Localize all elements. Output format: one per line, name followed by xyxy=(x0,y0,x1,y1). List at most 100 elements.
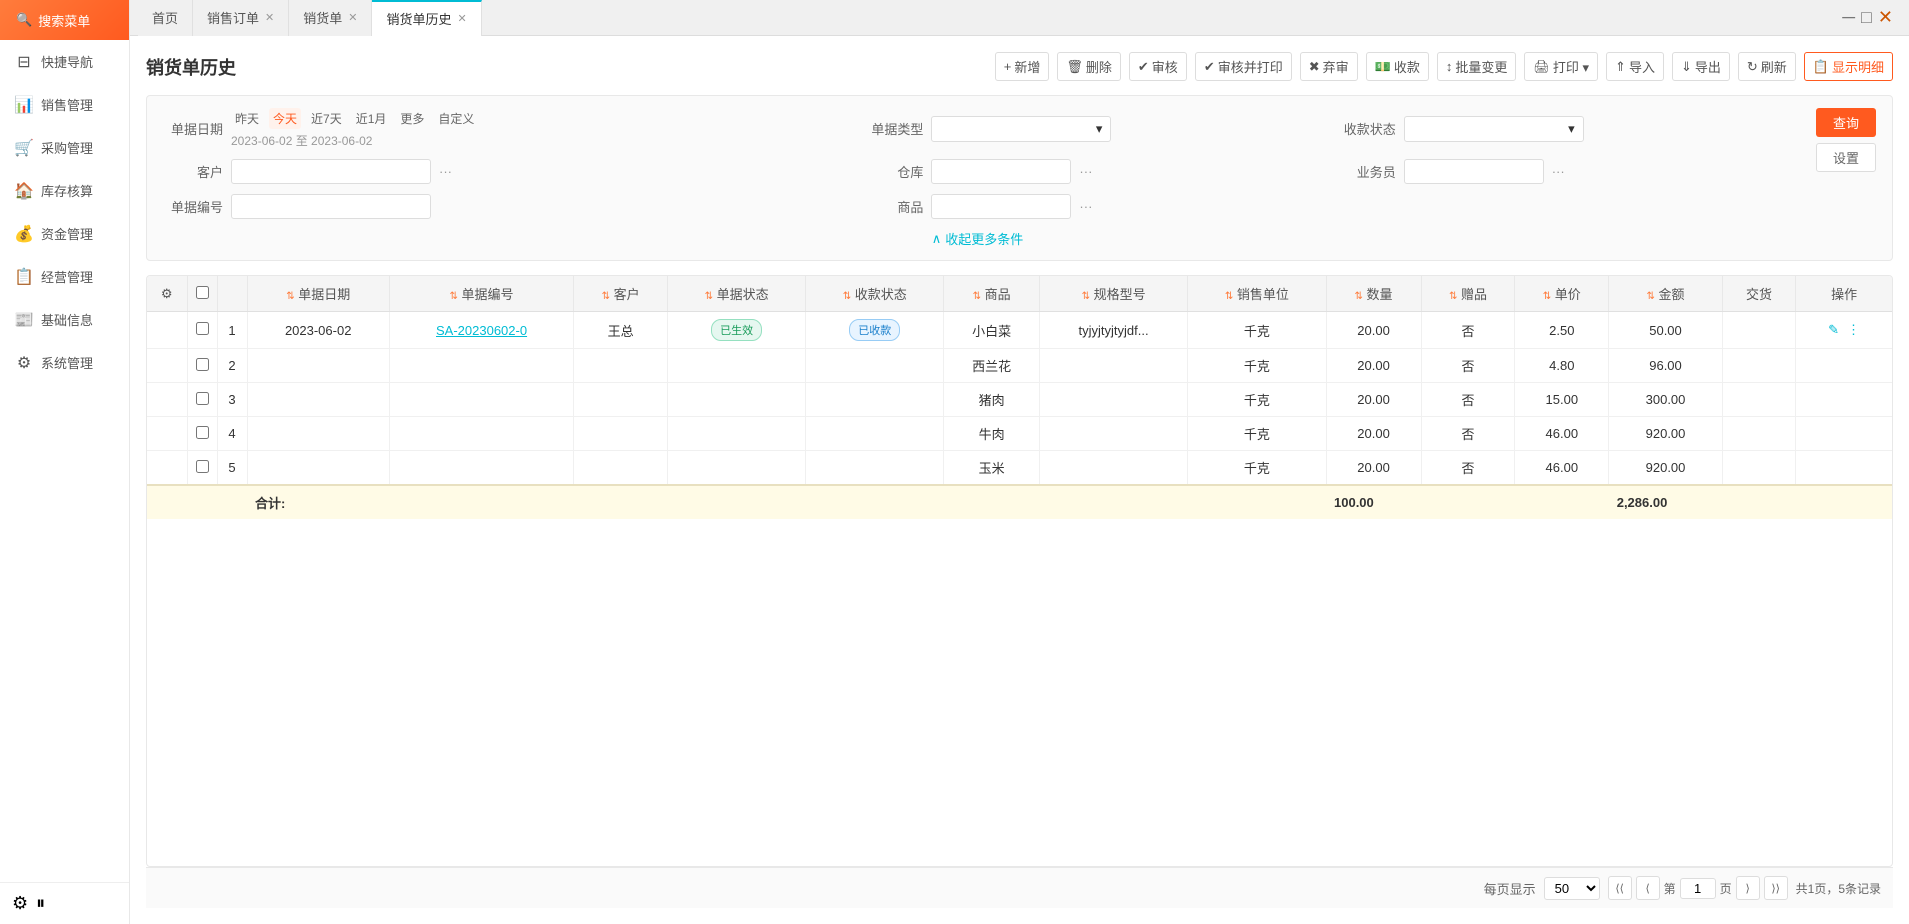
page-size-select[interactable]: 50 100 200 xyxy=(1544,877,1600,900)
th-amount[interactable]: ⇅ 金额 xyxy=(1609,276,1723,312)
th-rowno xyxy=(217,276,247,312)
th-gift[interactable]: ⇅ 赠品 xyxy=(1421,276,1515,312)
toolbar-import-button[interactable]: ⇑导入 xyxy=(1606,52,1664,81)
warehouse-input[interactable] xyxy=(931,159,1071,184)
tab-sales-delivery[interactable]: 销货单✕ xyxy=(289,0,372,36)
next-page-button[interactable]: ⟩ xyxy=(1736,876,1760,900)
action-edit-button[interactable]: ✎ xyxy=(1824,322,1843,337)
maximize-button[interactable]: □ xyxy=(1861,7,1872,28)
toolbar-abandon-button[interactable]: ✖弃审 xyxy=(1300,52,1358,81)
toolbar-audit-button[interactable]: ✔审核 xyxy=(1129,52,1187,81)
goods-input[interactable] xyxy=(931,194,1071,219)
row-checkbox-4[interactable] xyxy=(196,460,209,473)
toolbar-export-button[interactable]: ⇓导出 xyxy=(1672,52,1730,81)
sidebar-item-inventory-calc[interactable]: 🏠 库存核算 xyxy=(0,169,129,212)
goods-picker[interactable]: ··· xyxy=(1079,199,1092,214)
first-page-button[interactable]: ⟨⟨ xyxy=(1608,876,1632,900)
row-checkbox-0[interactable] xyxy=(196,322,209,335)
table-row: 2 西兰花 千克 20.00 否 4.80 96.00 xyxy=(147,349,1892,383)
finance-mgmt-label: 资金管理 xyxy=(41,224,93,243)
toolbar-print-button[interactable]: 🖨打印 ▾ xyxy=(1524,52,1598,81)
td-spec: tyjyjtyjtyjdf... xyxy=(1039,312,1188,349)
customer-input[interactable] xyxy=(231,159,431,184)
td-payment-status xyxy=(806,451,944,486)
row-checkbox-3[interactable] xyxy=(196,426,209,439)
td-action xyxy=(1796,383,1892,417)
sidebar-item-operations-mgmt[interactable]: 📋 经营管理 xyxy=(0,255,129,298)
th-goods[interactable]: ⇅ 商品 xyxy=(944,276,1040,312)
query-button[interactable]: 查询 xyxy=(1816,108,1876,137)
th-sales-unit[interactable]: ⇅ 销售单位 xyxy=(1188,276,1326,312)
doc-no-input[interactable] xyxy=(231,194,431,219)
th-spec[interactable]: ⇅ 规格型号 xyxy=(1039,276,1188,312)
shortcut-1month[interactable]: 近1月 xyxy=(352,108,391,129)
abandon-btn-label: 弃审 xyxy=(1323,57,1349,76)
last-page-button[interactable]: ⟩⟩ xyxy=(1764,876,1788,900)
payment-status-select[interactable]: ▾ xyxy=(1404,116,1584,142)
filter-actions: 查询 设置 xyxy=(1816,108,1876,172)
warehouse-picker[interactable]: ··· xyxy=(1079,164,1092,179)
tab-sales-order[interactable]: 销售订单✕ xyxy=(193,0,289,36)
set-button[interactable]: 设置 xyxy=(1816,143,1876,172)
sidebar-item-purchase-mgmt[interactable]: 🛒 采购管理 xyxy=(0,126,129,169)
th-qty[interactable]: ⇅ 数量 xyxy=(1326,276,1421,312)
pause-icon[interactable]: ⏸ xyxy=(36,893,45,914)
doc-type-select[interactable]: ▾ xyxy=(931,116,1111,142)
sidebar-item-finance-mgmt[interactable]: 💰 资金管理 xyxy=(0,212,129,255)
minimize-button[interactable]: ─ xyxy=(1842,7,1855,28)
td-checkbox[interactable] xyxy=(187,383,217,417)
prev-page-button[interactable]: ⟨ xyxy=(1636,876,1660,900)
sidebar-item-system-mgmt[interactable]: ⚙ 系统管理 xyxy=(0,341,129,384)
salesperson-input[interactable] xyxy=(1404,159,1544,184)
th-unit-price[interactable]: ⇅ 单价 xyxy=(1515,276,1609,312)
tab-close-sales-delivery[interactable]: ✕ xyxy=(348,11,357,24)
tab-home[interactable]: 首页 xyxy=(138,0,193,36)
td-checkbox[interactable] xyxy=(187,312,217,349)
td-checkbox[interactable] xyxy=(187,451,217,486)
search-menu-button[interactable]: 🔍 搜索菜单 xyxy=(0,0,129,40)
row-checkbox-2[interactable] xyxy=(196,392,209,405)
shortcut-today[interactable]: 今天 xyxy=(269,108,301,129)
sidebar-item-basic-info[interactable]: 📰 基础信息 xyxy=(0,298,129,341)
th-doc-date[interactable]: ⇅ 单据日期 xyxy=(247,276,389,312)
doc-date-label: 单据日期 xyxy=(163,119,223,138)
th-customer[interactable]: ⇅ 客户 xyxy=(574,276,668,312)
select-all-checkbox[interactable] xyxy=(196,286,209,299)
shortcut-more[interactable]: 更多 xyxy=(396,108,428,129)
th-payment-status[interactable]: ⇅ 收款状态 xyxy=(806,276,944,312)
salesperson-picker[interactable]: ··· xyxy=(1552,164,1565,179)
doc-no-link[interactable]: SA-20230602-0 xyxy=(436,323,527,338)
tab-label-sales-history: 销货单历史 xyxy=(386,9,451,28)
tab-close-sales-order[interactable]: ✕ xyxy=(265,11,274,24)
tab-sales-history[interactable]: 销货单历史 ✕ xyxy=(372,0,481,36)
settings-icon[interactable]: ⚙ xyxy=(12,893,28,914)
th-doc-status[interactable]: ⇅ 单据状态 xyxy=(668,276,806,312)
shortcut-yesterday[interactable]: 昨天 xyxy=(231,108,263,129)
toolbar-show-detail-button[interactable]: 📋显示明细 xyxy=(1804,52,1893,81)
tab-close-sales-history[interactable]: ✕ xyxy=(458,12,467,25)
toolbar-delete-button[interactable]: 🗑删除 xyxy=(1057,52,1121,81)
column-settings-icon[interactable]: ⚙ xyxy=(161,286,173,301)
page-number-input[interactable] xyxy=(1680,878,1716,899)
sidebar-item-sales-mgmt[interactable]: 📊 销售管理 xyxy=(0,83,129,126)
td-unit-price: 2.50 xyxy=(1515,312,1609,349)
action-more-button[interactable]: ⋮ xyxy=(1843,322,1864,337)
toolbar-refresh-button[interactable]: ↻刷新 xyxy=(1738,52,1796,81)
customer-picker[interactable]: ··· xyxy=(439,164,452,179)
row-checkbox-1[interactable] xyxy=(196,358,209,371)
shortcut-custom[interactable]: 自定义 xyxy=(434,108,478,129)
th-checkbox[interactable] xyxy=(187,276,217,312)
th-settings[interactable]: ⚙ xyxy=(147,276,187,312)
toolbar-new-button[interactable]: +新增 xyxy=(995,52,1050,81)
toolbar-collect-button[interactable]: 💵收款 xyxy=(1366,52,1429,81)
td-checkbox[interactable] xyxy=(187,417,217,451)
collapse-button[interactable]: ∧ 收起更多条件 xyxy=(163,229,1792,248)
th-doc-no[interactable]: ⇅ 单据编号 xyxy=(389,276,573,312)
page-size-label: 每页显示 xyxy=(1484,879,1536,898)
td-checkbox[interactable] xyxy=(187,349,217,383)
toolbar-batch-change-button[interactable]: ↕批量变更 xyxy=(1437,52,1517,81)
sidebar-item-quick-nav[interactable]: ⊟ 快捷导航 xyxy=(0,40,129,83)
shortcut-7days[interactable]: 近7天 xyxy=(307,108,346,129)
close-button[interactable]: ✕ xyxy=(1878,7,1893,28)
toolbar-audit-print-button[interactable]: ✔审核并打印 xyxy=(1195,52,1292,81)
